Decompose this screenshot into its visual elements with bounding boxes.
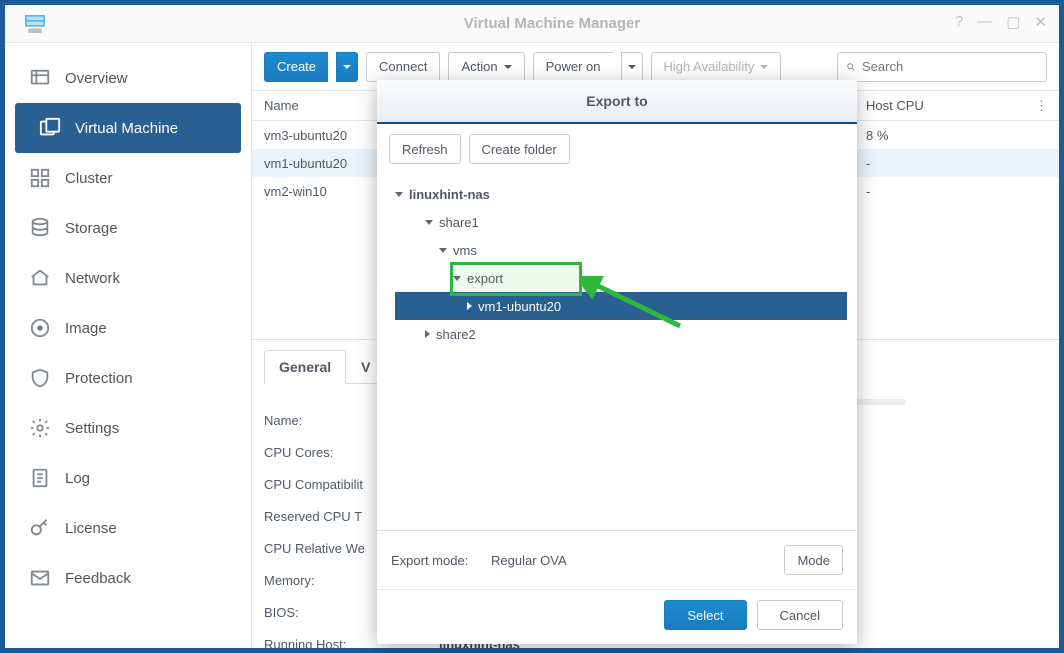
sidebar-item-label: Storage: [65, 220, 118, 237]
export-mode-label: Export mode:: [391, 553, 491, 568]
sidebar-item-label: Settings: [65, 420, 119, 437]
refresh-button[interactable]: Refresh: [389, 134, 461, 164]
tree-node-share1[interactable]: share1: [395, 208, 857, 236]
help-icon[interactable]: ?: [955, 13, 963, 31]
export-dialog: Export to Refresh Create folder linuxhin…: [377, 80, 857, 644]
tree-node-share2[interactable]: share2: [395, 320, 857, 348]
minimize-icon[interactable]: —: [977, 13, 992, 31]
sidebar-item-cluster[interactable]: Cluster: [5, 153, 251, 203]
sidebar-item-label: Image: [65, 320, 107, 337]
create-button[interactable]: Create: [264, 52, 328, 82]
sidebar-item-network[interactable]: Network: [5, 253, 251, 303]
poweron-dropdown[interactable]: [621, 52, 643, 82]
sidebar-item-settings[interactable]: Settings: [5, 403, 251, 453]
tab-general[interactable]: General: [264, 350, 346, 384]
connect-button[interactable]: Connect: [366, 52, 440, 82]
export-mode-value: Regular OVA: [491, 553, 784, 568]
sidebar-item-label: Network: [65, 270, 120, 287]
cancel-button[interactable]: Cancel: [757, 600, 843, 630]
sidebar-item-protection[interactable]: Protection: [5, 353, 251, 403]
sidebar-item-overview[interactable]: Overview: [5, 53, 251, 103]
sidebar: Overview Virtual Machine Cluster Storage…: [5, 43, 252, 648]
search-box[interactable]: [837, 52, 1047, 82]
high-availability-button[interactable]: High Availability: [651, 52, 782, 82]
sidebar-item-log[interactable]: Log: [5, 453, 251, 503]
window-title: Virtual Machine Manager: [45, 15, 1059, 32]
close-icon[interactable]: ✕: [1034, 13, 1047, 31]
search-icon: [846, 60, 856, 74]
create-dropdown[interactable]: [336, 52, 358, 82]
sidebar-item-label: Protection: [65, 370, 133, 387]
sidebar-item-feedback[interactable]: Feedback: [5, 553, 251, 603]
tree-node-vms[interactable]: vms: [395, 236, 857, 264]
sidebar-item-license[interactable]: License: [5, 503, 251, 553]
app-icon: [25, 15, 45, 33]
sidebar-item-label: Log: [65, 470, 90, 487]
mode-button[interactable]: Mode: [784, 545, 843, 575]
create-folder-button[interactable]: Create folder: [469, 134, 570, 164]
sidebar-item-virtual-machine[interactable]: Virtual Machine: [15, 103, 241, 153]
sidebar-item-label: Overview: [65, 70, 128, 87]
folder-tree: linuxhint-nas share1 vms export vm1-ubun…: [377, 174, 857, 360]
tree-node-root[interactable]: linuxhint-nas: [395, 180, 857, 208]
sidebar-item-label: Cluster: [65, 170, 113, 187]
search-input[interactable]: [862, 59, 1038, 74]
column-menu-icon[interactable]: ⋮: [1035, 98, 1059, 114]
maximize-icon[interactable]: ▢: [1006, 13, 1020, 31]
titlebar: Virtual Machine Manager ? — ▢ ✕: [5, 5, 1059, 43]
sidebar-item-storage[interactable]: Storage: [5, 203, 251, 253]
select-button[interactable]: Select: [664, 600, 746, 630]
tree-node-export[interactable]: export: [395, 264, 857, 292]
sidebar-item-label: License: [65, 520, 117, 537]
sidebar-item-image[interactable]: Image: [5, 303, 251, 353]
action-button[interactable]: Action: [448, 52, 524, 82]
poweron-button[interactable]: Power on: [533, 52, 613, 82]
sidebar-item-label: Virtual Machine: [75, 120, 178, 137]
dialog-title: Export to: [377, 80, 857, 124]
sidebar-item-label: Feedback: [65, 570, 131, 587]
tree-node-vm1-selected[interactable]: vm1-ubuntu20: [395, 292, 847, 320]
column-host-cpu[interactable]: Host CPU: [862, 98, 1035, 113]
